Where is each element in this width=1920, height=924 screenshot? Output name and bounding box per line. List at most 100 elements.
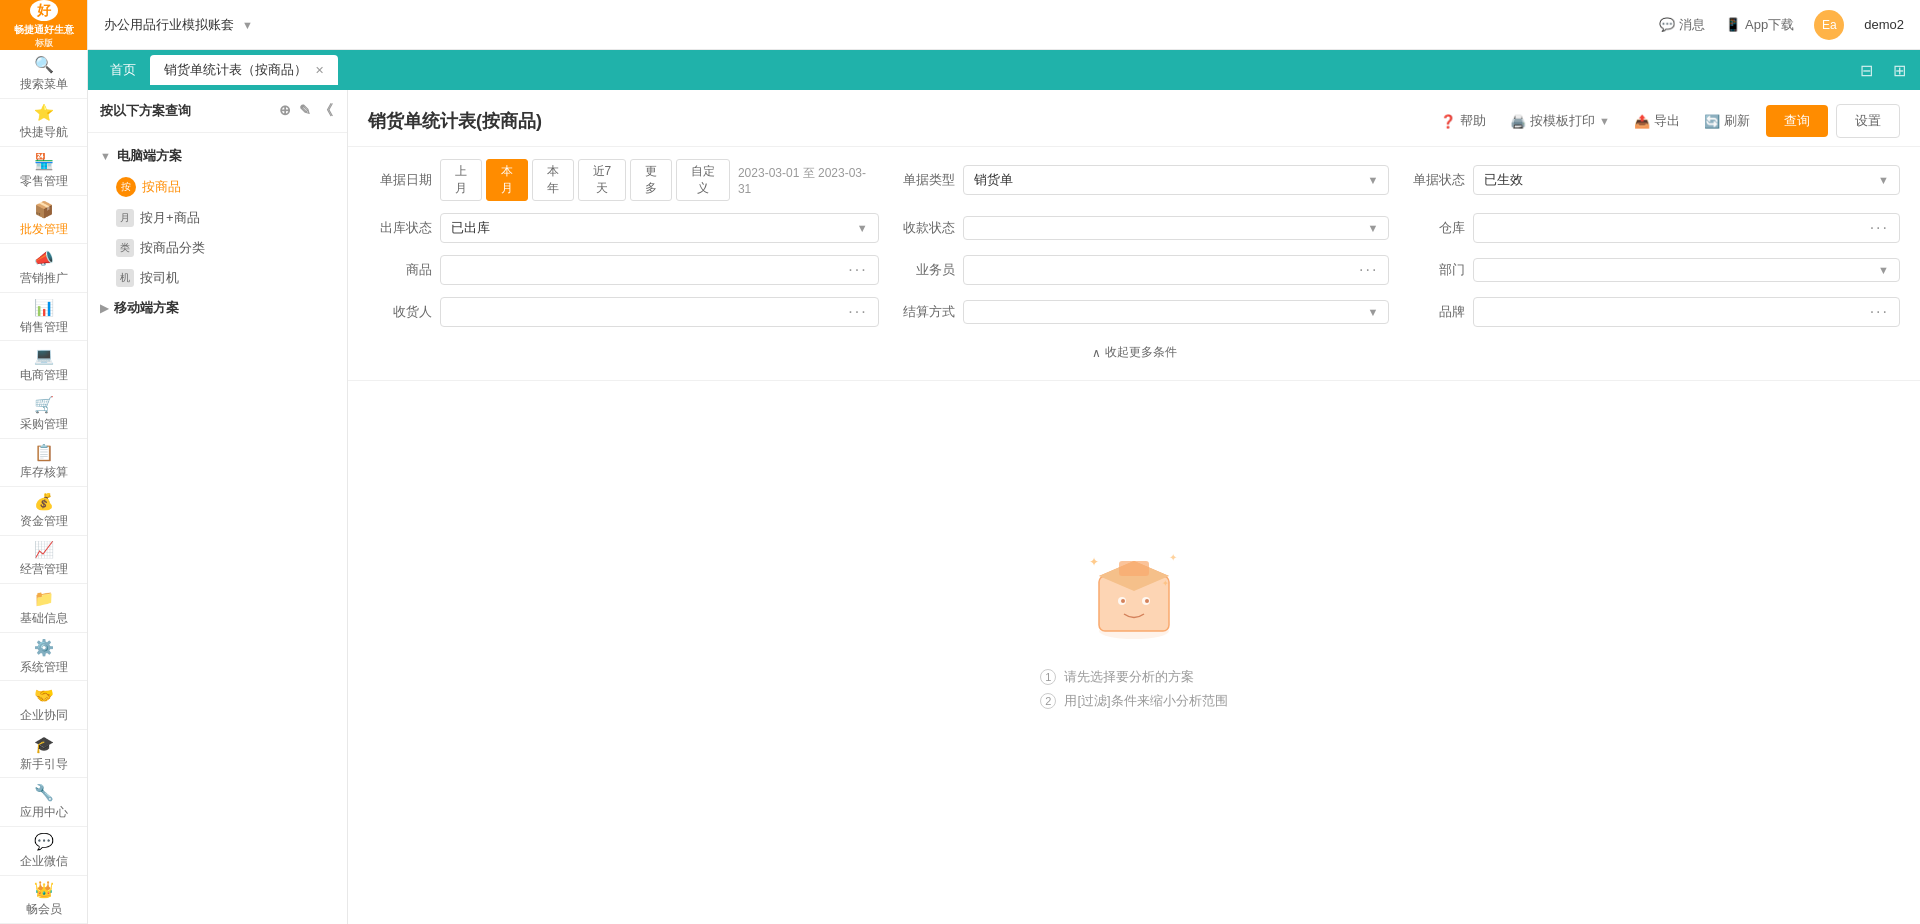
department-label: 部门: [1401, 261, 1473, 279]
tab-home[interactable]: 首页: [96, 55, 150, 85]
svg-point-8: [1145, 599, 1149, 603]
payment-status-select[interactable]: ▼: [963, 216, 1390, 240]
export-label: 导出: [1654, 112, 1680, 130]
tab-minimize-icon[interactable]: ⊟: [1854, 59, 1879, 82]
warehouse-more-icon[interactable]: ···: [1870, 219, 1889, 237]
export-btn[interactable]: 📤 导出: [1626, 108, 1688, 134]
tree-item-month-product[interactable]: 月 按月+商品: [88, 203, 347, 233]
brand-input[interactable]: ···: [1473, 297, 1900, 327]
user-avatar[interactable]: Ea: [1814, 10, 1844, 40]
refresh-icon: 🔄: [1704, 114, 1720, 129]
date-btn-year[interactable]: 本年: [532, 159, 574, 201]
tab-sales-stat-label: 销货单统计表（按商品）: [164, 61, 307, 79]
sidebar-item-vip[interactable]: 👑 畅会员: [0, 876, 87, 924]
brand-more-icon[interactable]: ···: [1870, 303, 1889, 321]
sidebar-item-label: 销售管理: [20, 319, 68, 336]
sidebar-item-retail[interactable]: 🏪 零售管理: [0, 147, 87, 196]
sidebar-item-label: 快捷导航: [20, 124, 68, 141]
print-btn[interactable]: 🖨️ 按模板打印 ▼: [1502, 108, 1618, 134]
doc-status-arrow-icon: ▼: [1878, 174, 1889, 186]
print-icon: 🖨️: [1510, 114, 1526, 129]
message-action[interactable]: 💬 消息: [1659, 16, 1705, 34]
help-btn[interactable]: ❓ 帮助: [1432, 108, 1494, 134]
filter-cell-settlement: 结算方式 ▼: [879, 297, 1390, 327]
filter-row-4: 收货人 ··· 结算方式 ▼ 品牌: [368, 297, 1900, 327]
folder-icon: 📁: [34, 589, 54, 608]
sidebar-item-label: 企业协同: [20, 707, 68, 724]
sidebar-item-procurement[interactable]: 🛒 采购管理: [0, 390, 87, 439]
salesperson-input[interactable]: ···: [963, 255, 1390, 285]
wrench-icon: 🔧: [34, 783, 54, 802]
sidebar-item-operations[interactable]: 📈 经营管理: [0, 536, 87, 585]
sidebar-item-system[interactable]: ⚙️ 系统管理: [0, 633, 87, 682]
sidebar-item-wechat[interactable]: 💬 企业微信: [0, 827, 87, 876]
tip-text-2: 用[过滤]条件来缩小分析范围: [1064, 692, 1227, 710]
collapse-label: 收起更多条件: [1105, 344, 1177, 361]
tree-item-product-category[interactable]: 类 按商品分类: [88, 233, 347, 263]
tab-sales-stat[interactable]: 销货单统计表（按商品） ✕: [150, 55, 338, 85]
left-panel-actions: ⊕ ✎ 《: [277, 100, 335, 122]
collapse-panel-btn[interactable]: 《: [317, 100, 335, 122]
date-btn-7days[interactable]: 近7天: [578, 159, 627, 201]
tab-close-icon[interactable]: ✕: [315, 64, 324, 77]
warehouse-input[interactable]: ···: [1473, 213, 1900, 243]
add-scheme-btn[interactable]: ⊕: [277, 100, 293, 122]
sidebar-item-basic[interactable]: 📁 基础信息: [0, 584, 87, 633]
department-select[interactable]: ▼: [1473, 258, 1900, 282]
recipient-input[interactable]: ···: [440, 297, 879, 327]
app-download-action[interactable]: 📱 App下载: [1725, 16, 1794, 34]
sidebar-item-enterprise[interactable]: 🤝 企业协同: [0, 681, 87, 730]
doc-type-value: 销货单: [974, 171, 1013, 189]
left-panel: 按以下方案查询 ⊕ ✎ 《 ▼ 电脑端方案 按 按商品 月: [88, 90, 348, 924]
settlement-label: 结算方式: [891, 303, 963, 321]
logo-icon: 好: [30, 0, 58, 21]
industry-dropdown[interactable]: ▼: [242, 19, 253, 31]
tab-expand-icon[interactable]: ⊞: [1887, 59, 1912, 82]
sidebar-item-label: 采购管理: [20, 416, 68, 433]
tree-item-pc[interactable]: ▼ 电脑端方案: [88, 141, 347, 171]
sidebar-item-label: 营销推广: [20, 270, 68, 287]
help-icon: ❓: [1440, 114, 1456, 129]
search-icon: 🔍: [34, 55, 54, 74]
tree-item-month-label: 按月+商品: [140, 209, 200, 227]
tree-item-driver-label: 按司机: [140, 269, 179, 287]
product-input[interactable]: ···: [440, 255, 879, 285]
date-btn-custom[interactable]: 自定义: [676, 159, 730, 201]
main-area: 办公用品行业模拟账套 ▼ 💬 消息 📱 App下载 Ea demo2 首页 销货…: [88, 0, 1920, 924]
sidebar-item-inventory[interactable]: 📋 库存核算: [0, 439, 87, 488]
sidebar-item-quick[interactable]: ⭐ 快捷导航: [0, 99, 87, 148]
sidebar-item-marketing[interactable]: 📣 营销推广: [0, 244, 87, 293]
print-dropdown-icon[interactable]: ▼: [1599, 115, 1610, 127]
svg-text:✦: ✦: [1169, 552, 1177, 563]
settlement-select[interactable]: ▼: [963, 300, 1390, 324]
sidebar-item-guide[interactable]: 🎓 新手引导: [0, 730, 87, 779]
date-btn-current-month[interactable]: 本月: [486, 159, 528, 201]
sidebar-item-finance[interactable]: 💰 资金管理: [0, 487, 87, 536]
avatar-text: Ea: [1822, 18, 1837, 32]
refresh-btn[interactable]: 🔄 刷新: [1696, 108, 1758, 134]
salesperson-more-icon[interactable]: ···: [1359, 261, 1378, 279]
tree-item-driver[interactable]: 机 按司机: [88, 263, 347, 293]
product-more-icon[interactable]: ···: [848, 261, 867, 279]
sidebar-item-wholesale[interactable]: 📦 批发管理: [0, 196, 87, 245]
doc-status-select[interactable]: 已生效 ▼: [1473, 165, 1900, 195]
date-btn-more[interactable]: 更多: [630, 159, 672, 201]
edit-scheme-btn[interactable]: ✎: [297, 100, 313, 122]
out-status-select[interactable]: 已出库 ▼: [440, 213, 879, 243]
industry-title: 办公用品行业模拟账套: [104, 16, 234, 34]
sidebar-item-ecommerce[interactable]: 💻 电商管理: [0, 341, 87, 390]
tree-item-product-label: 按商品: [142, 178, 181, 196]
tab-home-label: 首页: [110, 61, 136, 79]
doc-type-select[interactable]: 销货单 ▼: [963, 165, 1390, 195]
recipient-more-icon[interactable]: ···: [848, 303, 867, 321]
settings-btn[interactable]: 设置: [1836, 104, 1900, 138]
sidebar-item-appstore[interactable]: 🔧 应用中心: [0, 778, 87, 827]
sidebar-item-search[interactable]: 🔍 搜索菜单: [0, 50, 87, 99]
collapse-btn[interactable]: ∧ 收起更多条件: [1082, 341, 1187, 364]
sidebar-item-label: 经营管理: [20, 561, 68, 578]
sidebar-item-sales[interactable]: 📊 销售管理: [0, 293, 87, 342]
date-btn-prev-month[interactable]: 上月: [440, 159, 482, 201]
query-btn[interactable]: 查询: [1766, 105, 1828, 137]
tree-item-mobile[interactable]: ▶ 移动端方案: [88, 293, 347, 323]
tree-item-by-product[interactable]: 按 按商品: [88, 171, 347, 203]
